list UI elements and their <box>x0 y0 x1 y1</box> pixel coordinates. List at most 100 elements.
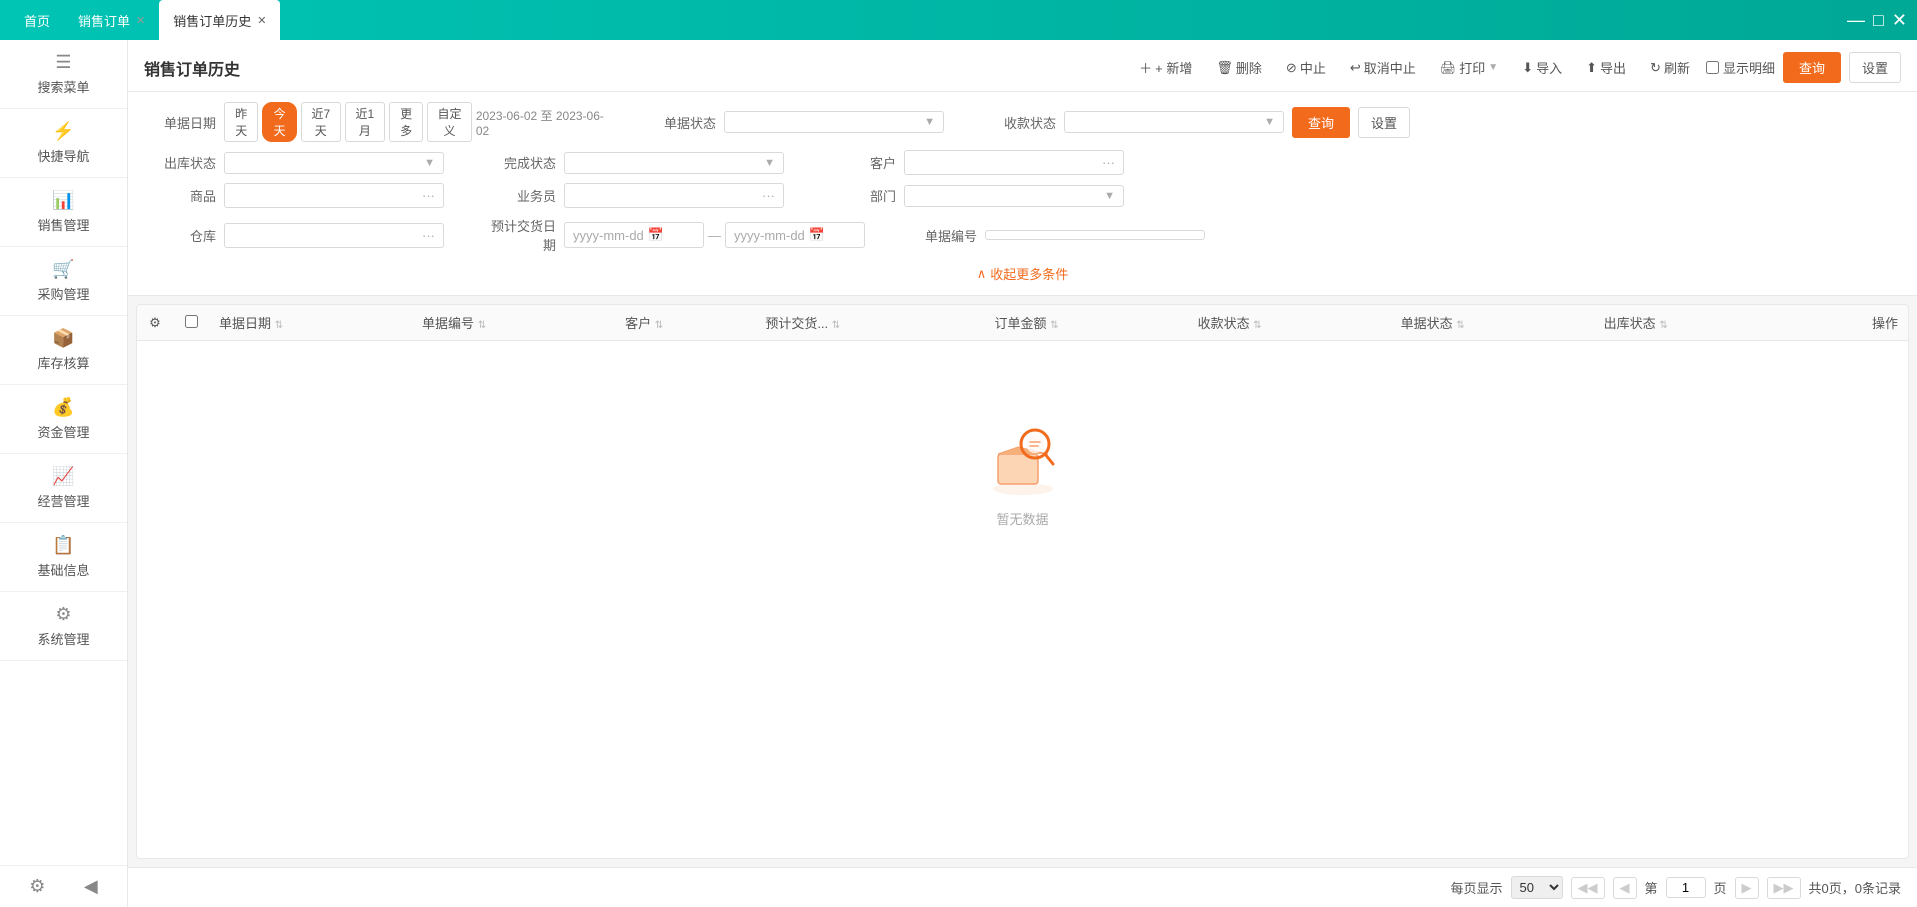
tab-sales-order[interactable]: 销售订单 ✕ <box>64 0 159 40</box>
outbound-status-select[interactable]: ▼ <box>224 152 444 174</box>
tab-home[interactable]: 首页 <box>10 0 64 40</box>
expected-delivery-to-input[interactable]: yyyy-mm-dd 📅 <box>725 222 865 248</box>
payment-status-label: 收款状态 <box>984 113 1064 132</box>
expected-delivery-from-input[interactable]: yyyy-mm-dd 📅 <box>564 222 704 248</box>
order-number-input[interactable] <box>985 230 1205 240</box>
collapse-up-icon: ∧ <box>977 266 987 282</box>
setting-button[interactable]: 设置 <box>1849 52 1901 83</box>
sidebar-item-basic-info[interactable]: 📋 基础信息 <box>0 523 127 592</box>
date-btn-more[interactable]: 更多 <box>389 102 423 142</box>
top-bar: 首页 销售订单 ✕ 销售订单历史 ✕ — □ ✕ <box>0 0 1917 40</box>
date-filter-control: 昨天 今天 近7天 近1月 更多 自定义 2023-06-02 至 2023-0… <box>224 102 604 142</box>
sort-payment-icon: ⇅ <box>1253 320 1261 331</box>
sidebar-item-purchase[interactable]: 🛒 采购管理 <box>0 247 127 316</box>
prev-page-btn[interactable]: ◀ <box>1613 877 1637 899</box>
filter-row-2: 出库状态 ▼ 完成状态 ▼ 客户 ··· <box>144 150 1901 175</box>
content-area: 销售订单历史 ＋ + 新增 🗑 删除 ⊘ 中止 ↩ 取消中止 🖨 打印 ▼ <box>128 40 1917 907</box>
main-layout: ☰ 搜索菜单 ⚡ 快捷导航 📊 销售管理 🛒 采购管理 📦 库存核算 💰 资金管… <box>0 40 1917 907</box>
th-delivery[interactable]: 预计交货... ⇅ <box>755 305 984 341</box>
date-label: 单据日期 <box>144 113 224 132</box>
last-page-btn[interactable]: ▶▶ <box>1767 877 1801 899</box>
print-arrow-icon: ▼ <box>1488 62 1498 73</box>
date-btn-today[interactable]: 今天 <box>262 102 296 142</box>
department-arrow-icon: ▼ <box>1104 190 1115 202</box>
window-close-btn[interactable]: ✕ <box>1892 10 1907 31</box>
pagination-bar: 每页显示 10 20 50 100 ◀◀ ◀ 第 页 ▶ ▶▶ 共0页，0条记录 <box>128 867 1917 907</box>
purchase-icon: 🛒 <box>52 259 74 280</box>
query-button-inline[interactable]: 查询 <box>1292 107 1350 138</box>
warehouse-input[interactable]: ··· <box>224 223 444 248</box>
th-number[interactable]: 单据编号 ⇅ <box>412 305 615 341</box>
select-all-checkbox[interactable] <box>185 315 198 328</box>
th-settings[interactable]: ⚙ <box>137 305 173 341</box>
window-max-btn[interactable]: □ <box>1873 10 1884 31</box>
date-btn-7days[interactable]: 近7天 <box>301 102 341 142</box>
quick-nav-icon: ⚡ <box>52 121 74 142</box>
sidebar-settings-icon[interactable]: ⚙ <box>29 876 45 897</box>
display-detail-checkbox[interactable] <box>1706 61 1719 74</box>
calendar-to-icon[interactable]: 📅 <box>809 227 825 243</box>
display-detail-checkbox-label[interactable]: 显示明细 <box>1706 58 1775 77</box>
cancel-stop-button[interactable]: ↩ 取消中止 <box>1342 54 1424 81</box>
collapse-row[interactable]: ∧ 收起更多条件 <box>144 262 1901 285</box>
sidebar-item-operations[interactable]: 📈 经营管理 <box>0 454 127 523</box>
date-separator: — <box>708 228 721 243</box>
window-min-btn[interactable]: — <box>1847 10 1865 31</box>
sidebar-item-label-operations: 经营管理 <box>37 491 89 510</box>
expected-delivery-label: 预计交货日期 <box>484 216 564 254</box>
sidebar-item-finance[interactable]: 💰 资金管理 <box>0 385 127 454</box>
th-payment-status[interactable]: 收款状态 ⇅ <box>1188 305 1391 341</box>
import-button[interactable]: ⬇ 导入 <box>1514 54 1570 81</box>
close-tab-sales-order-history[interactable]: ✕ <box>257 14 266 27</box>
next-page-btn[interactable]: ▶ <box>1735 877 1759 899</box>
th-order-status[interactable]: 单据状态 ⇅ <box>1391 305 1594 341</box>
sidebar-item-inventory[interactable]: 📦 库存核算 <box>0 316 127 385</box>
th-customer[interactable]: 客户 ⇅ <box>615 305 755 341</box>
first-page-btn[interactable]: ◀◀ <box>1571 877 1605 899</box>
outbound-status-label: 出库状态 <box>144 153 224 172</box>
delete-button[interactable]: 🗑 删除 <box>1208 54 1270 81</box>
salesperson-input[interactable]: ··· <box>564 183 784 208</box>
stop-button[interactable]: ⊘ 中止 <box>1278 54 1334 81</box>
sidebar-item-label-sales: 销售管理 <box>37 215 89 234</box>
sidebar-item-label-basic-info: 基础信息 <box>37 560 89 579</box>
sidebar-item-system[interactable]: ⚙ 系统管理 <box>0 592 127 661</box>
sidebar-item-quick-nav[interactable]: ⚡ 快捷导航 <box>0 109 127 178</box>
customer-input[interactable]: ··· <box>904 150 1124 175</box>
warehouse-label: 仓库 <box>144 226 224 245</box>
th-outbound-status[interactable]: 出库状态 ⇅ <box>1594 305 1797 341</box>
completion-status-select[interactable]: ▼ <box>564 152 784 174</box>
query-button[interactable]: 查询 <box>1783 52 1841 83</box>
page-size-label: 每页显示 <box>1450 878 1502 897</box>
setting-button-inline[interactable]: 设置 <box>1358 107 1410 138</box>
th-checkbox[interactable] <box>173 305 209 341</box>
date-btn-yesterday[interactable]: 昨天 <box>224 102 258 142</box>
page-number-input[interactable] <box>1666 877 1706 898</box>
department-select[interactable]: ▼ <box>904 185 1124 207</box>
sidebar-collapse-icon[interactable]: ◀ <box>84 876 98 897</box>
table-gear-icon[interactable]: ⚙ <box>149 315 161 330</box>
system-icon: ⚙ <box>55 604 71 625</box>
close-tab-sales-order[interactable]: ✕ <box>136 14 145 27</box>
window-controls: — □ ✕ <box>1847 10 1907 31</box>
product-input[interactable]: ··· <box>224 183 444 208</box>
page-size-select[interactable]: 10 20 50 100 <box>1511 876 1563 899</box>
new-icon: ＋ <box>1139 58 1152 77</box>
date-btn-custom[interactable]: 自定义 <box>427 102 472 142</box>
tab-sales-order-history[interactable]: 销售订单历史 ✕ <box>159 0 280 40</box>
date-btn-1month[interactable]: 近1月 <box>345 102 385 142</box>
th-amount[interactable]: 订单金额 ⇅ <box>985 305 1188 341</box>
export-button[interactable]: ⬆ 导出 <box>1578 54 1634 81</box>
calendar-from-icon[interactable]: 📅 <box>648 227 664 243</box>
empty-state-row: 暂无数据 <box>137 341 1908 597</box>
order-status-select[interactable]: ▼ <box>724 111 944 133</box>
payment-status-arrow-icon: ▼ <box>1264 116 1275 128</box>
print-button[interactable]: 🖨 打印 ▼ <box>1432 54 1506 81</box>
new-button[interactable]: ＋ + 新增 <box>1131 54 1200 81</box>
th-date[interactable]: 单据日期 ⇅ <box>209 305 412 341</box>
sidebar-item-sales[interactable]: 📊 销售管理 <box>0 178 127 247</box>
payment-status-select[interactable]: ▼ <box>1064 111 1284 133</box>
refresh-button[interactable]: ↻ 刷新 <box>1642 54 1698 81</box>
sort-amount-icon: ⇅ <box>1050 320 1058 331</box>
sidebar-item-search-menu[interactable]: ☰ 搜索菜单 <box>0 40 127 109</box>
